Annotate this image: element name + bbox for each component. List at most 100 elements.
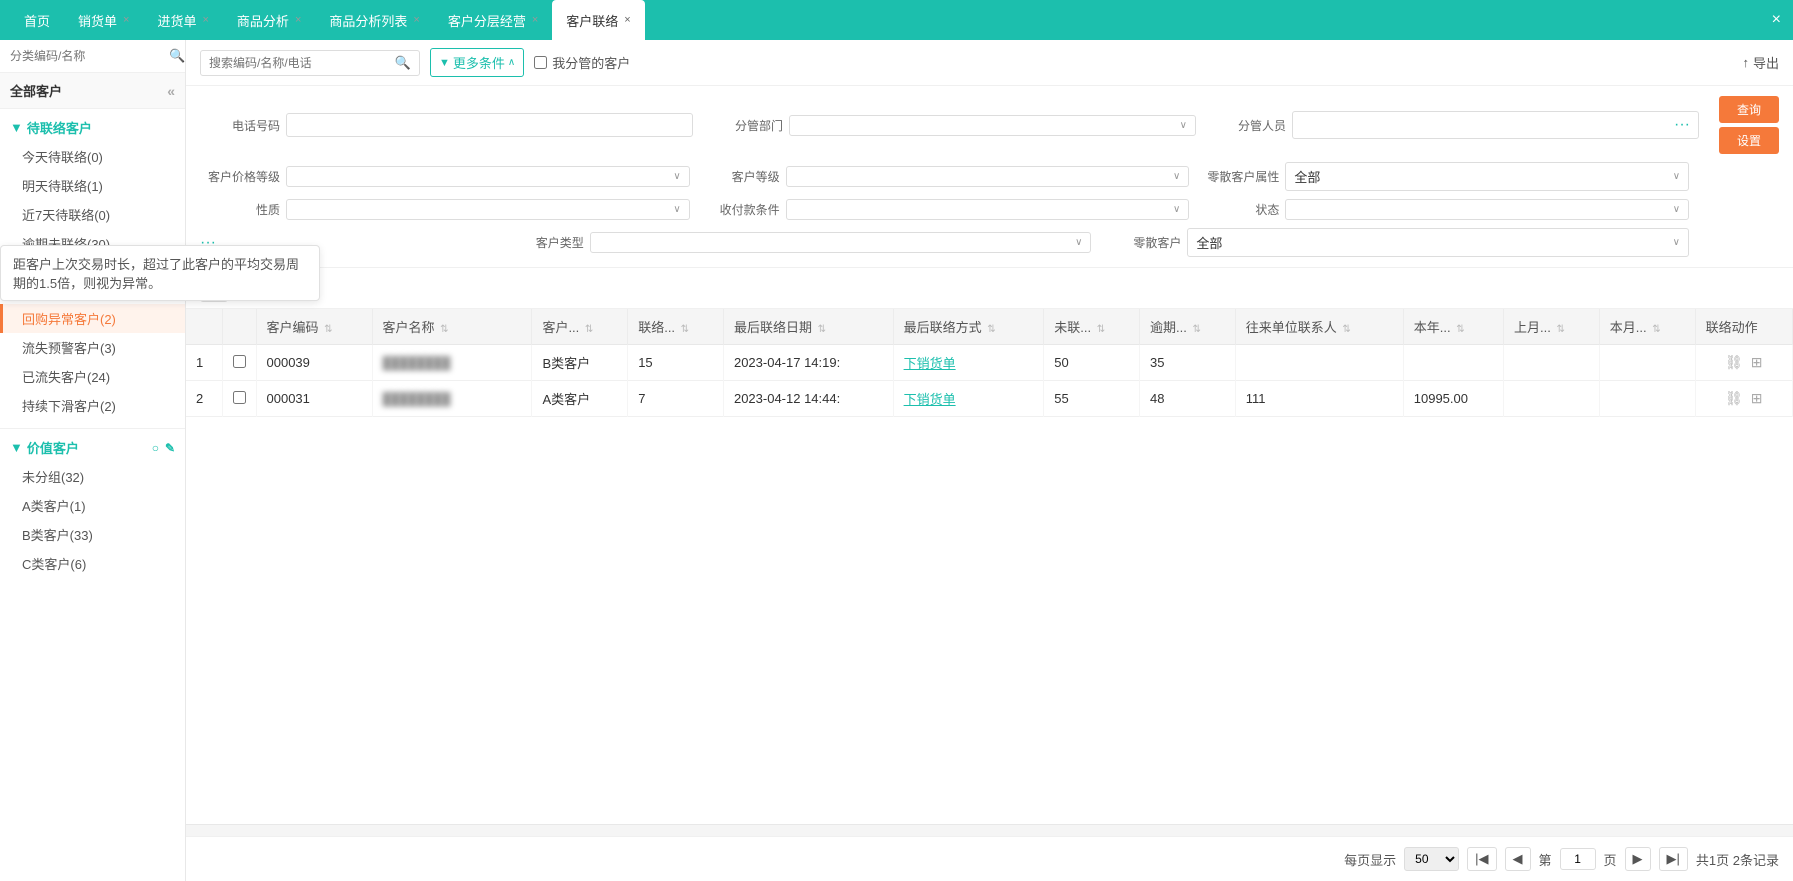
close-tab-customer-contact[interactable]: × — [624, 14, 630, 26]
sort-last-contact-date-icon[interactable]: ⇅ — [818, 324, 826, 335]
table-header-row: 客户编码 ⇅ 客户名称 ⇅ 客户... ⇅ — [186, 309, 1793, 345]
sidebar-item-c-class[interactable]: C类客户(6) — [0, 549, 185, 578]
search-input[interactable] — [209, 56, 395, 70]
col-unprocessed[interactable]: 未联... ⇅ — [1044, 309, 1140, 345]
pending-contact-section: ▼ 待联络客户 今天待联络(0) 明天待联络(1) 近7天待联络(0) 逾期未联… — [0, 109, 185, 262]
per-page-select[interactable]: 50 100 200 — [1404, 847, 1459, 871]
col-last-contact-date[interactable]: 最后联络日期 ⇅ — [723, 309, 893, 345]
cell-check[interactable] — [222, 345, 256, 381]
sidebar-item-7days-pending[interactable]: 近7天待联络(0) — [0, 200, 185, 229]
tab-sales-order[interactable]: 销货单 × — [64, 0, 143, 40]
nature-select[interactable]: ∨ — [286, 199, 690, 220]
row-checkbox[interactable] — [233, 391, 246, 404]
cell-contact: 15 — [628, 345, 724, 381]
sidebar-item-today-pending[interactable]: 今天待联络(0) — [0, 142, 185, 171]
export-button[interactable]: ↑ 导出 — [1742, 53, 1779, 72]
group-add-icon[interactable]: ○ — [152, 441, 159, 455]
sort-contact-person-icon[interactable]: ⇅ — [1342, 324, 1350, 335]
col-customer-code[interactable]: 客户编码 ⇅ — [256, 309, 372, 345]
sort-customer-name-icon[interactable]: ⇅ — [440, 324, 448, 335]
window-close-button[interactable]: × — [1772, 11, 1781, 29]
horizontal-scrollbar[interactable] — [186, 824, 1793, 836]
sort-contact-icon[interactable]: ⇅ — [681, 324, 689, 335]
col-overdue[interactable]: 逾期... ⇅ — [1140, 309, 1236, 345]
sort-overdue-icon[interactable]: ⇅ — [1192, 324, 1200, 335]
tab-product-analysis[interactable]: 商品分析 × — [223, 0, 315, 40]
col-last-contact-method[interactable]: 最后联络方式 ⇅ — [893, 309, 1044, 345]
close-tab-product-analysis[interactable]: × — [295, 14, 301, 26]
sort-customer-type-icon[interactable]: ⇅ — [585, 324, 593, 335]
action-link-icon[interactable]: ⛓ — [1725, 354, 1743, 371]
cell-this-month — [1599, 381, 1695, 417]
tab-customer-segmentation[interactable]: 客户分层经营 × — [434, 0, 552, 40]
action-grid-icon[interactable]: ⊞ — [1751, 390, 1763, 407]
col-last-month[interactable]: 上月... ⇅ — [1504, 309, 1600, 345]
sidebar-search-input[interactable] — [10, 49, 165, 63]
value-customer-group-title[interactable]: ▼ 价值客户 ○ ✎ — [0, 433, 185, 462]
sort-this-month-icon[interactable]: ⇅ — [1652, 324, 1660, 335]
sidebar-item-churned[interactable]: 已流失客户(24) — [0, 362, 185, 391]
sort-unprocessed-icon[interactable]: ⇅ — [1097, 324, 1105, 335]
retail-attr-select[interactable]: 全部 ∨ — [1285, 162, 1689, 191]
group-edit-icon[interactable]: ✎ — [165, 441, 175, 455]
next-page-button[interactable]: ▶ — [1625, 847, 1651, 871]
first-page-button[interactable]: |◀ — [1467, 847, 1496, 871]
sidebar-collapse-button[interactable]: « — [167, 83, 175, 99]
my-customer-checkbox-input[interactable] — [534, 56, 547, 69]
customer-type-select[interactable]: ∨ — [590, 232, 1092, 253]
price-level-select[interactable]: ∨ — [286, 166, 690, 187]
col-this-year[interactable]: 本年... ⇅ — [1403, 309, 1503, 345]
cell-check[interactable] — [222, 381, 256, 417]
department-select[interactable]: ∨ — [789, 115, 1196, 136]
sort-last-contact-method-icon[interactable]: ⇅ — [987, 324, 995, 335]
sidebar-search-icon[interactable]: 🔍 — [169, 48, 185, 64]
manager-select[interactable]: ··· — [1292, 111, 1699, 139]
manager-ellipsis[interactable]: ··· — [1674, 116, 1690, 134]
action-link-icon[interactable]: ⛓ — [1725, 390, 1743, 407]
customer-level-select[interactable]: ∨ — [786, 166, 1190, 187]
cell-last-contact-method[interactable]: 下销货单 — [893, 345, 1044, 381]
tab-customer-contact[interactable]: 客户联络 × — [552, 0, 644, 40]
pagination-bar: 每页显示 50 100 200 |◀ ◀ 第 页 ▶ ▶| 共1页 2条记录 — [186, 836, 1793, 881]
pending-contact-title[interactable]: ▼ 待联络客户 — [0, 113, 185, 142]
prev-page-button[interactable]: ◀ — [1505, 847, 1531, 871]
sidebar-item-a-class[interactable]: A类客户(1) — [0, 491, 185, 520]
row-checkbox[interactable] — [233, 355, 246, 368]
query-button[interactable]: 查询 — [1719, 96, 1779, 123]
action-grid-icon[interactable]: ⊞ — [1751, 354, 1763, 371]
more-conditions-button[interactable]: ▼ 更多条件 ∧ — [430, 48, 524, 77]
tab-product-analysis-list[interactable]: 商品分析列表 × — [315, 0, 433, 40]
search-icon[interactable]: 🔍 — [395, 55, 411, 71]
col-contact-person[interactable]: 往来单位联系人 ⇅ — [1235, 309, 1403, 345]
sidebar-item-unclassified[interactable]: 未分组(32) — [0, 462, 185, 491]
col-check — [222, 309, 256, 345]
last-page-button[interactable]: ▶| — [1659, 847, 1688, 871]
settings-button[interactable]: 设置 — [1719, 127, 1779, 154]
status-select[interactable]: ∨ — [1285, 199, 1689, 220]
close-tab-purchase-order[interactable]: × — [202, 14, 208, 26]
close-tab-customer-segmentation[interactable]: × — [532, 14, 538, 26]
page-number-input[interactable] — [1560, 848, 1596, 870]
retail-customer-select[interactable]: 全部 ∨ — [1187, 228, 1689, 257]
tab-purchase-order[interactable]: 进货单 × — [143, 0, 222, 40]
sort-customer-code-icon[interactable]: ⇅ — [324, 324, 332, 335]
close-tab-sales-order[interactable]: × — [123, 14, 129, 26]
sidebar-item-b-class[interactable]: B类客户(33) — [0, 520, 185, 549]
phone-input[interactable] — [286, 113, 693, 137]
payment-select[interactable]: ∨ — [786, 199, 1190, 220]
sort-last-month-icon[interactable]: ⇅ — [1557, 324, 1565, 335]
sidebar-item-tomorrow-pending[interactable]: 明天待联络(1) — [0, 171, 185, 200]
my-customer-checkbox[interactable]: 我分管的客户 — [534, 53, 630, 72]
col-this-month[interactable]: 本月... ⇅ — [1599, 309, 1695, 345]
sort-this-year-icon[interactable]: ⇅ — [1456, 324, 1464, 335]
sidebar-item-declining[interactable]: 持续下滑客户(2) — [0, 391, 185, 420]
sidebar-item-repurchase-anomaly-active[interactable]: 回购异常客户(2) — [0, 304, 185, 333]
close-tab-product-analysis-list[interactable]: × — [413, 14, 419, 26]
col-contact[interactable]: 联络... ⇅ — [628, 309, 724, 345]
sidebar-item-churn-warning[interactable]: 流失预警客户(3) — [0, 333, 185, 362]
col-customer-name[interactable]: 客户名称 ⇅ — [372, 309, 532, 345]
col-customer-type[interactable]: 客户... ⇅ — [532, 309, 628, 345]
status-label: 状态 — [1199, 201, 1279, 218]
cell-last-contact-method[interactable]: 下销货单 — [893, 381, 1044, 417]
tab-home[interactable]: 首页 — [10, 0, 64, 40]
